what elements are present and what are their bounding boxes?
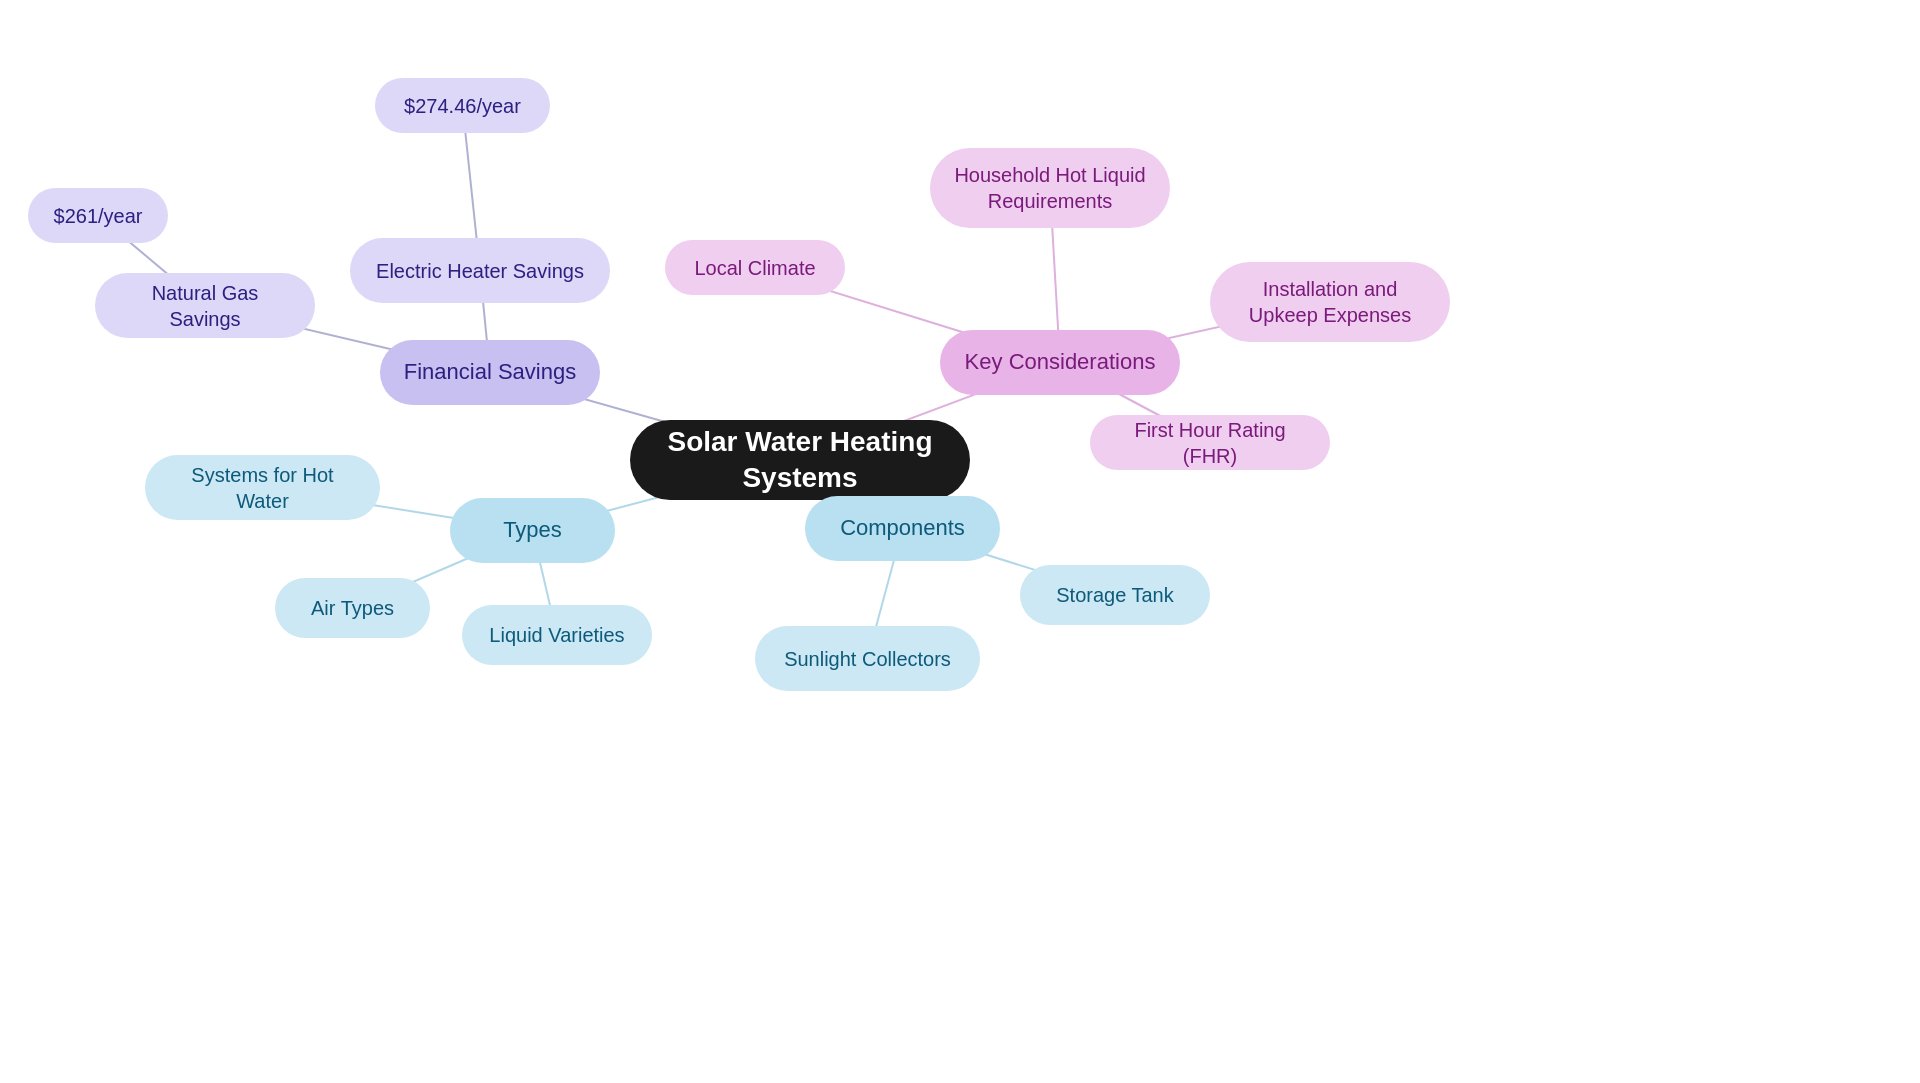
sunlight-collectors-node: Sunlight Collectors: [755, 626, 980, 691]
savings-274-label: $274.46/year: [404, 93, 521, 119]
financial-savings-label: Financial Savings: [404, 358, 576, 387]
components-node: Components: [805, 496, 1000, 561]
household-hot-label: Household Hot Liquid Requirements: [952, 162, 1148, 214]
local-climate-label: Local Climate: [694, 255, 815, 281]
savings-261-label: $261/year: [54, 203, 143, 229]
household-hot-node: Household Hot Liquid Requirements: [930, 148, 1170, 228]
center-label: Solar Water Heating Systems: [652, 424, 948, 497]
first-hour-node: First Hour Rating (FHR): [1090, 415, 1330, 470]
key-considerations-label: Key Considerations: [965, 348, 1156, 377]
systems-hot-water-node: Systems for Hot Water: [145, 455, 380, 520]
installation-node: Installation and Upkeep Expenses: [1210, 262, 1450, 342]
center-node: Solar Water Heating Systems: [630, 420, 970, 500]
storage-tank-label: Storage Tank: [1056, 582, 1174, 608]
air-types-node: Air Types: [275, 578, 430, 638]
storage-tank-node: Storage Tank: [1020, 565, 1210, 625]
liquid-varieties-label: Liquid Varieties: [489, 622, 624, 648]
liquid-varieties-node: Liquid Varieties: [462, 605, 652, 665]
sunlight-collectors-label: Sunlight Collectors: [784, 646, 951, 672]
natural-gas-label: Natural Gas Savings: [117, 280, 293, 332]
first-hour-label: First Hour Rating (FHR): [1112, 417, 1308, 469]
key-considerations-node: Key Considerations: [940, 330, 1180, 395]
components-label: Components: [840, 514, 965, 543]
air-types-label: Air Types: [311, 595, 394, 621]
savings-274-node: $274.46/year: [375, 78, 550, 133]
installation-label: Installation and Upkeep Expenses: [1232, 276, 1428, 328]
systems-hot-water-label: Systems for Hot Water: [167, 462, 358, 514]
types-node: Types: [450, 498, 615, 563]
electric-heater-node: Electric Heater Savings: [350, 238, 610, 303]
financial-savings-node: Financial Savings: [380, 340, 600, 405]
electric-heater-label: Electric Heater Savings: [376, 258, 584, 284]
savings-261-node: $261/year: [28, 188, 168, 243]
local-climate-node: Local Climate: [665, 240, 845, 295]
natural-gas-node: Natural Gas Savings: [95, 273, 315, 338]
types-label: Types: [503, 516, 562, 545]
